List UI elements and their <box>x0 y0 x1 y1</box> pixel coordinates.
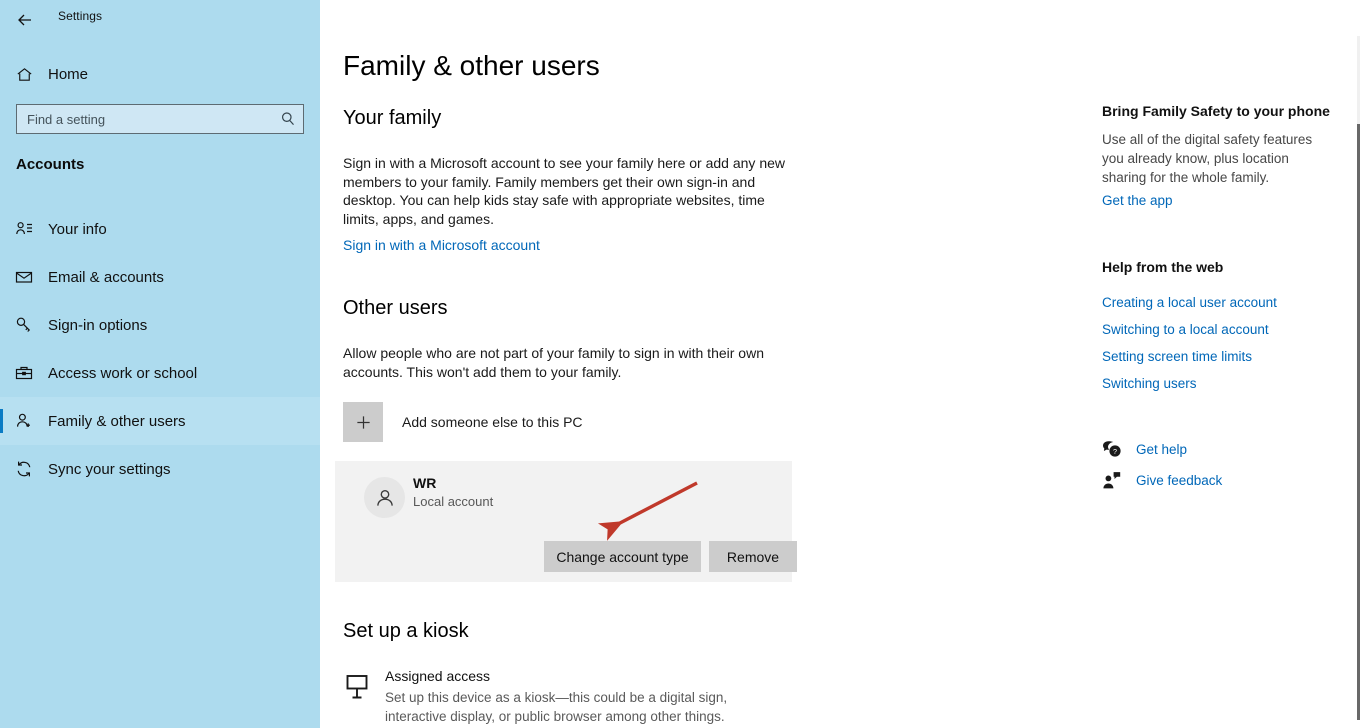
avatar <box>364 477 405 518</box>
sidebar-item-label: Sign-in options <box>48 316 148 334</box>
your-family-description: Sign in with a Microsoft account to see … <box>343 155 785 227</box>
other-users-heading: Other users <box>343 297 448 319</box>
sidebar: Settings Home Accounts <box>0 0 320 728</box>
kiosk-heading: Set up a kiosk <box>343 620 469 642</box>
window-titlebar-left: Settings <box>0 0 320 40</box>
give-feedback-label: Give feedback <box>1136 473 1223 488</box>
sync-icon <box>0 459 48 479</box>
scrollbar-thumb[interactable] <box>1357 124 1360 720</box>
assigned-access-description: Set up this device as a kiosk—this could… <box>385 690 728 724</box>
svg-text:?: ? <box>1113 447 1117 456</box>
account-name: WR <box>413 475 437 491</box>
remove-account-button[interactable]: Remove <box>709 541 797 572</box>
help-bubble-icon: ? <box>1102 440 1136 459</box>
sidebar-item-your-info[interactable]: Your info <box>0 205 320 253</box>
briefcase-icon <box>0 363 48 383</box>
sidebar-item-sync-settings[interactable]: Sync your settings <box>0 445 320 493</box>
get-help-label: Get help <box>1136 442 1188 457</box>
page-title: Family & other users <box>343 50 600 81</box>
sidebar-item-label: Sync your settings <box>48 460 171 478</box>
home-icon <box>0 65 48 84</box>
right-help-panel: Bring Family Safety to your phone Use al… <box>1095 0 1355 728</box>
help-link-creating-local-user-account[interactable]: Creating a local user account <box>1102 295 1277 310</box>
sidebar-item-signin-options[interactable]: Sign-in options <box>0 301 320 349</box>
sidebar-item-email-accounts[interactable]: Email & accounts <box>0 253 320 301</box>
key-icon <box>0 315 48 335</box>
search-input[interactable] <box>16 104 304 134</box>
add-someone-else-button[interactable]: Add someone else to this PC <box>343 402 583 442</box>
help-link-switching-users[interactable]: Switching users <box>1102 376 1197 391</box>
add-someone-else-label: Add someone else to this PC <box>402 414 583 430</box>
your-family-heading: Your family <box>343 107 442 129</box>
back-arrow-icon[interactable] <box>8 4 42 36</box>
settings-window: Settings Home Accounts <box>0 0 1366 728</box>
get-the-app-link[interactable]: Get the app <box>1102 193 1173 208</box>
sidebar-item-label: Access work or school <box>48 364 198 382</box>
person-add-icon <box>0 411 48 431</box>
kiosk-display-icon <box>343 668 385 726</box>
sidebar-item-label: Family & other users <box>48 412 186 430</box>
sidebar-item-label: Your info <box>48 220 107 238</box>
promo-description: Use all of the digital safety features y… <box>1102 132 1313 185</box>
sign-in-microsoft-account-link[interactable]: Sign in with a Microsoft account <box>343 237 540 253</box>
promo-title: Bring Family Safety to your phone <box>1102 103 1330 119</box>
help-link-switching-to-local-account[interactable]: Switching to a local account <box>1102 322 1269 337</box>
sidebar-category-title: Accounts <box>16 156 85 173</box>
help-from-web-title: Help from the web <box>1102 259 1224 275</box>
assigned-access-title: Assigned access <box>385 668 491 684</box>
sidebar-item-home[interactable]: Home <box>0 58 320 90</box>
sidebar-item-family-other-users[interactable]: Family & other users <box>0 397 320 445</box>
sidebar-item-home-label: Home <box>48 65 89 83</box>
give-feedback-link[interactable]: Give feedback <box>1102 471 1222 490</box>
change-account-type-button[interactable]: Change account type <box>544 541 701 572</box>
assigned-access-text: Assigned access Set up this device as a … <box>385 668 777 726</box>
sidebar-item-access-work-school[interactable]: Access work or school <box>0 349 320 397</box>
account-type-label: Local account <box>413 494 494 509</box>
search-container <box>16 104 304 134</box>
user-account-card: WR Local account Change account type Rem… <box>335 461 797 582</box>
plus-icon <box>343 402 383 442</box>
person-info-icon <box>0 219 48 239</box>
help-link-setting-screen-time-limits[interactable]: Setting screen time limits <box>1102 349 1252 364</box>
window-title: Settings <box>58 9 103 23</box>
sidebar-item-label: Email & accounts <box>48 268 164 286</box>
feedback-person-icon <box>1102 471 1136 490</box>
other-users-description: Allow people who are not part of your fa… <box>343 345 764 380</box>
sidebar-nav: Your info Email & accounts Sign-in optio… <box>0 205 320 493</box>
envelope-icon <box>0 267 48 287</box>
get-help-link[interactable]: ? Get help <box>1102 440 1187 459</box>
vertical-scrollbar[interactable] <box>1357 36 1360 720</box>
assigned-access-item[interactable]: Assigned access Set up this device as a … <box>343 668 777 726</box>
